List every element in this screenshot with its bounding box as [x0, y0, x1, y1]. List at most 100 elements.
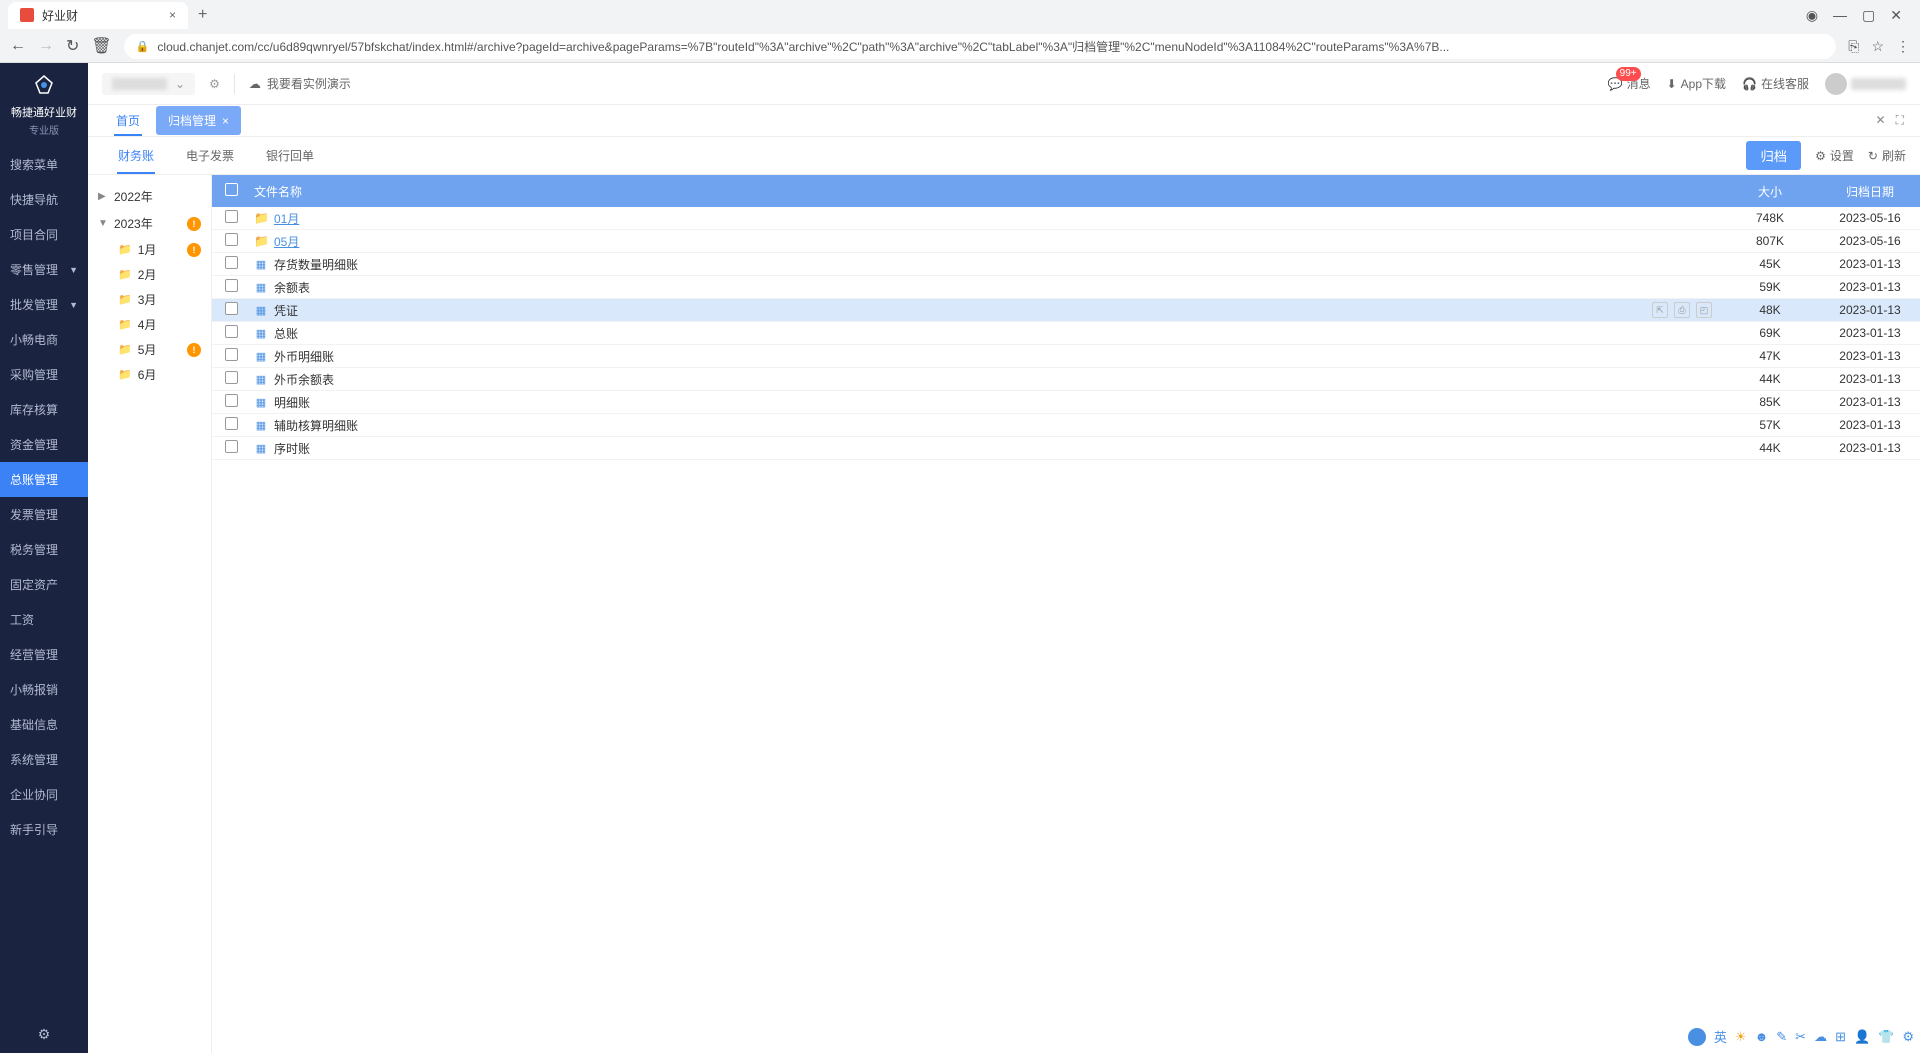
view-icon[interactable]: ◰ — [1696, 302, 1712, 318]
sidebar-item[interactable]: 发票管理 — [0, 497, 88, 532]
sidebar-item[interactable]: 基础信息 — [0, 707, 88, 742]
reload-icon[interactable]: ↻ — [66, 36, 79, 56]
ime-logo-icon[interactable]: 王 — [1688, 1028, 1706, 1046]
close-all-icon[interactable]: ✕ — [1876, 113, 1886, 128]
table-row[interactable]: ▦外币余额表44K2023-01-13 — [212, 368, 1920, 391]
sidebar-item[interactable]: 小畅电商 — [0, 322, 88, 357]
archive-button[interactable]: 归档 — [1746, 141, 1801, 170]
new-tab-button[interactable]: + — [198, 6, 207, 24]
ime-icon[interactable]: ☻ — [1755, 1029, 1769, 1044]
row-checkbox[interactable] — [225, 279, 238, 292]
ime-icon[interactable]: ⊞ — [1835, 1029, 1846, 1045]
ime-icon[interactable]: ⚙ — [1902, 1029, 1914, 1045]
close-window-icon[interactable]: ✕ — [1890, 7, 1902, 24]
delete-icon[interactable]: 🗑 — [91, 36, 111, 56]
ime-icon[interactable]: 👤 — [1854, 1029, 1870, 1045]
tab-close-icon[interactable]: × — [222, 114, 229, 128]
minimize-icon[interactable]: — — [1833, 7, 1847, 24]
sidebar-item[interactable]: 项目合同 — [0, 217, 88, 252]
star-icon[interactable]: ☆ — [1871, 38, 1884, 55]
ime-icon[interactable]: 👕 — [1878, 1029, 1894, 1045]
refresh-link[interactable]: ↻刷新 — [1868, 147, 1906, 164]
row-checkbox[interactable] — [225, 302, 238, 315]
file-name-link[interactable]: 05月 — [274, 233, 299, 250]
settings-link[interactable]: ⚙设置 — [1815, 147, 1854, 164]
table-row[interactable]: ▦总账69K2023-01-13 — [212, 322, 1920, 345]
subtab-bank[interactable]: 银行回单 — [250, 137, 330, 174]
subtab-invoice[interactable]: 电子发票 — [170, 137, 250, 174]
tree-month[interactable]: 📁3月 — [118, 287, 211, 312]
sidebar-item[interactable]: 小畅报销 — [0, 672, 88, 707]
row-checkbox[interactable] — [225, 325, 238, 338]
sidebar-item[interactable]: 资金管理 — [0, 427, 88, 462]
incognito-icon[interactable]: ◉ — [1806, 7, 1818, 24]
maximize-icon[interactable]: ▢ — [1862, 7, 1875, 24]
service-button[interactable]: 🎧 在线客服 — [1742, 75, 1809, 92]
tree-year-2023[interactable]: ▼ 2023年 ! — [88, 210, 211, 237]
forward-icon[interactable]: → — [38, 37, 54, 55]
account-selector[interactable]: ⌄ — [102, 73, 195, 95]
tree-month[interactable]: 📁2月 — [118, 262, 211, 287]
sidebar-item[interactable]: 搜索菜单 — [0, 147, 88, 182]
table-row[interactable]: ▦序时账44K2023-01-13 — [212, 437, 1920, 460]
gear-icon[interactable]: ⚙ — [209, 77, 220, 91]
ime-icon[interactable]: ✎ — [1776, 1029, 1787, 1045]
sidebar-item[interactable]: 零售管理▼ — [0, 252, 88, 287]
tab-archive[interactable]: 归档管理 × — [156, 106, 241, 135]
table-row[interactable]: ▦余额表59K2023-01-13 — [212, 276, 1920, 299]
user-menu[interactable] — [1825, 73, 1906, 95]
sidebar-item[interactable]: 企业协同 — [0, 777, 88, 812]
row-checkbox[interactable] — [225, 417, 238, 430]
back-icon[interactable]: ← — [10, 37, 26, 55]
sidebar-settings-icon[interactable]: ⚙ — [0, 1016, 88, 1053]
sidebar-item[interactable]: 系统管理 — [0, 742, 88, 777]
sidebar-item[interactable]: 固定资产 — [0, 567, 88, 602]
ime-icon[interactable]: ✂ — [1795, 1029, 1806, 1045]
tree-month[interactable]: 📁5月! — [118, 337, 211, 362]
ime-icon[interactable]: ☁ — [1814, 1029, 1827, 1045]
row-checkbox[interactable] — [225, 371, 238, 384]
download-button[interactable]: ⬇ App下载 — [1667, 75, 1726, 92]
sidebar-item[interactable]: 快捷导航 — [0, 182, 88, 217]
sidebar-item[interactable]: 工资 — [0, 602, 88, 637]
row-checkbox[interactable] — [225, 440, 238, 453]
table-row[interactable]: ▦辅助核算明细账57K2023-01-13 — [212, 414, 1920, 437]
subtab-finance[interactable]: 财务账 — [102, 137, 170, 174]
row-checkbox[interactable] — [225, 256, 238, 269]
install-icon[interactable]: ⎘ — [1848, 38, 1859, 55]
row-checkbox[interactable] — [225, 394, 238, 407]
row-checkbox[interactable] — [225, 348, 238, 361]
sidebar-item[interactable]: 经营管理 — [0, 637, 88, 672]
pdf-icon[interactable]: ⎙ — [1674, 302, 1690, 318]
file-name-link[interactable]: 01月 — [274, 210, 299, 227]
sidebar-item[interactable]: 新手引导 — [0, 812, 88, 847]
table-row[interactable]: 📁01月748K2023-05-16 — [212, 207, 1920, 230]
tree-month[interactable]: 📁6月 — [118, 362, 211, 387]
sidebar-item[interactable]: 总账管理 — [0, 462, 88, 497]
row-checkbox[interactable] — [225, 233, 238, 246]
export-icon[interactable]: ⇱ — [1652, 302, 1668, 318]
sidebar-item[interactable]: 采购管理 — [0, 357, 88, 392]
sidebar-item[interactable]: 税务管理 — [0, 532, 88, 567]
tab-home[interactable]: 首页 — [104, 106, 152, 135]
table-row[interactable]: ▦明细账85K2023-01-13 — [212, 391, 1920, 414]
url-field[interactable]: 🔒 cloud.chanjet.com/cc/u6d89qwnryel/57bf… — [124, 34, 1837, 59]
row-checkbox[interactable] — [225, 210, 238, 223]
messages-button[interactable]: 99+ 💬 消息 — [1608, 75, 1651, 92]
sidebar-item[interactable]: 批发管理▼ — [0, 287, 88, 322]
table-row[interactable]: ▦存货数量明细账45K2023-01-13 — [212, 253, 1920, 276]
ime-lang[interactable]: 英 — [1714, 1027, 1727, 1046]
tree-month[interactable]: 📁1月! — [118, 237, 211, 262]
tree-year-2022[interactable]: ▶ 2022年 — [88, 183, 211, 210]
fullscreen-icon[interactable]: ⛶ — [1896, 113, 1904, 128]
sidebar-item[interactable]: 库存核算 — [0, 392, 88, 427]
tree-month[interactable]: 📁4月 — [118, 312, 211, 337]
demo-link[interactable]: ☁ 我要看实例演示 — [249, 75, 351, 92]
table-row[interactable]: ▦凭证⇱⎙◰48K2023-01-13 — [212, 299, 1920, 322]
menu-icon[interactable]: ⋮ — [1896, 38, 1910, 55]
tab-close-icon[interactable]: × — [169, 8, 176, 22]
ime-icon[interactable]: ☀ — [1735, 1029, 1747, 1045]
table-row[interactable]: ▦外币明细账47K2023-01-13 — [212, 345, 1920, 368]
table-row[interactable]: 📁05月807K2023-05-16 — [212, 230, 1920, 253]
select-all-checkbox[interactable] — [225, 183, 238, 196]
